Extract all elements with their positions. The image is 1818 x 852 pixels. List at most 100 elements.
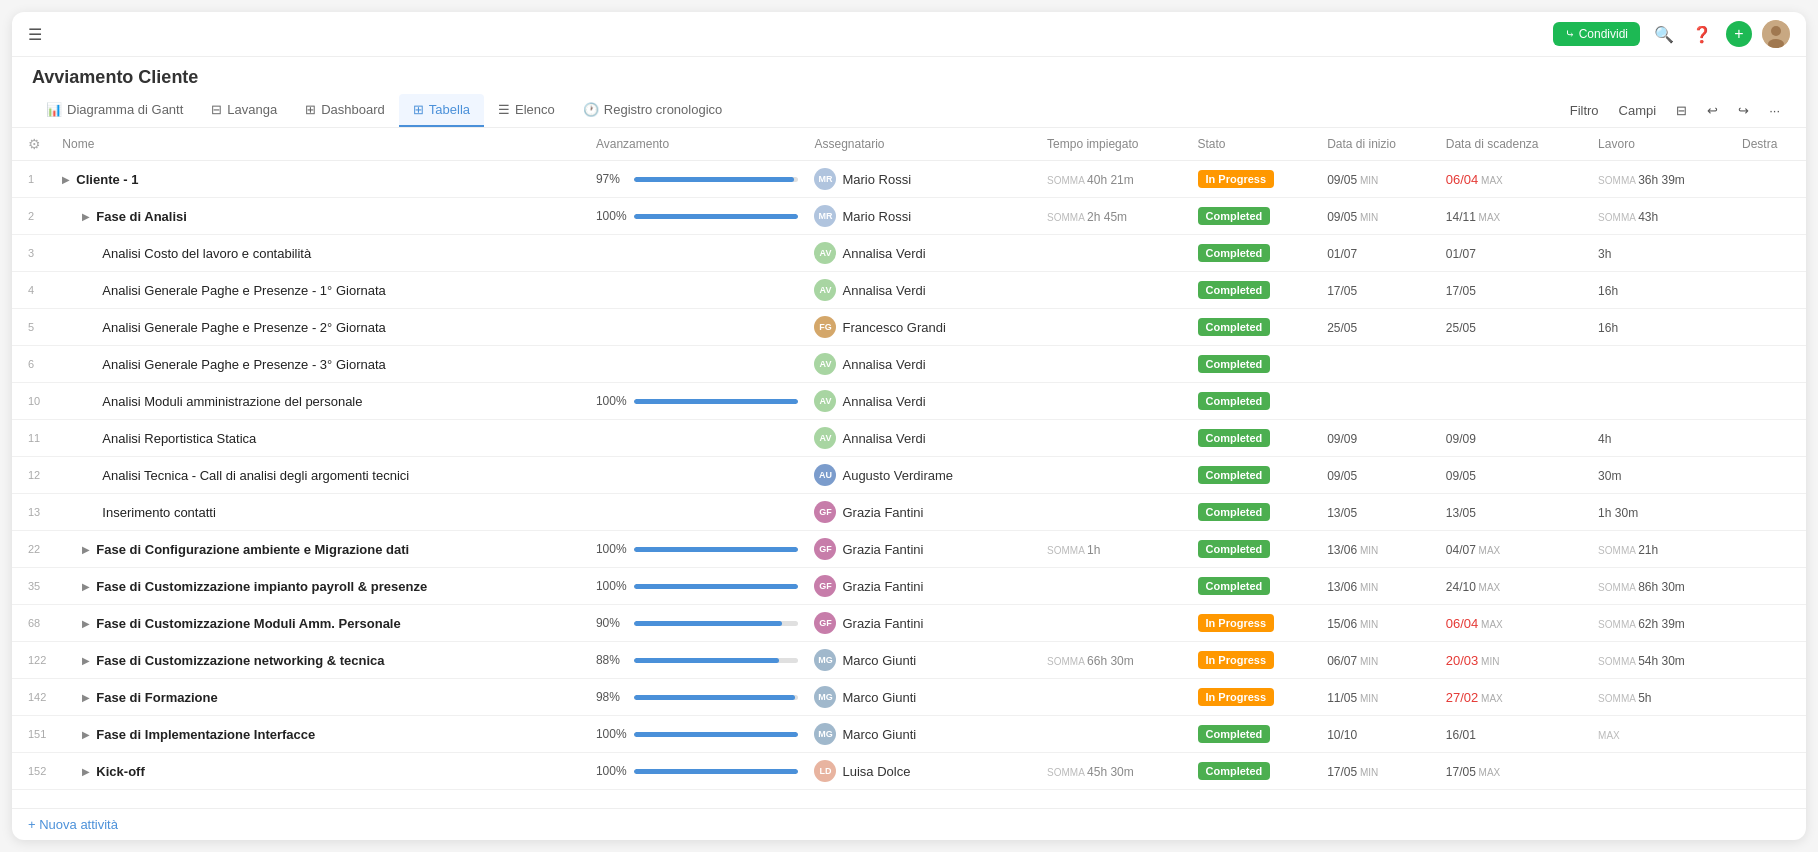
assignee-name: Mario Rossi [842, 209, 911, 224]
table-row: 142▶Fase di Formazione98%MGMarco GiuntiI… [12, 679, 1806, 716]
layout-icon[interactable]: ⊟ [1670, 99, 1693, 122]
assignee-name: Grazia Fantini [842, 616, 923, 631]
end-date-cell: 06/04 MAX [1438, 605, 1590, 642]
status-cell[interactable]: In Progress [1190, 642, 1320, 679]
progress-cell [588, 457, 807, 494]
search-button[interactable]: 🔍 [1650, 21, 1678, 48]
destra-cell [1734, 494, 1806, 531]
row-name-label: Analisi Generale Paghe e Presenze - 2° G… [102, 320, 385, 335]
status-cell[interactable]: Completed [1190, 235, 1320, 272]
status-cell[interactable]: Completed [1190, 383, 1320, 420]
assignee-avatar: MG [814, 686, 836, 708]
tab-dashboard[interactable]: ⊞ Dashboard [291, 94, 399, 127]
add-button[interactable]: + [1726, 21, 1752, 47]
start-date-cell: 13/05 [1319, 494, 1438, 531]
destra-cell [1734, 383, 1806, 420]
start-date-cell: 10/10 [1319, 716, 1438, 753]
table-row: 10Analisi Moduli amministrazione del per… [12, 383, 1806, 420]
assignee-cell: AV Annalisa Verdi [806, 346, 1039, 383]
campi-button[interactable]: Campi [1613, 99, 1663, 122]
expand-arrow-icon[interactable]: ▶ [82, 655, 90, 666]
row-number: 68 [12, 605, 54, 642]
destra-cell [1734, 642, 1806, 679]
status-cell[interactable]: In Progress [1190, 161, 1320, 198]
progress-cell [588, 309, 807, 346]
add-task-button[interactable]: + Nuova attività [28, 817, 118, 832]
status-cell[interactable]: In Progress [1190, 679, 1320, 716]
time-cell [1039, 383, 1189, 420]
status-cell[interactable]: Completed [1190, 346, 1320, 383]
expand-arrow-icon[interactable]: ▶ [82, 766, 90, 777]
expand-arrow-icon[interactable]: ▶ [82, 581, 90, 592]
assignee-avatar: AV [814, 427, 836, 449]
end-date-cell: 06/04 MAX [1438, 161, 1590, 198]
status-cell[interactable]: Completed [1190, 272, 1320, 309]
end-date-cell: 14/11 MAX [1438, 198, 1590, 235]
destra-cell [1734, 568, 1806, 605]
undo-button[interactable]: ↩ [1701, 99, 1724, 122]
assignee-name: Grazia Fantini [842, 579, 923, 594]
status-cell[interactable]: Completed [1190, 568, 1320, 605]
tab-lavanga[interactable]: ⊟ Lavanga [197, 94, 291, 127]
work-cell: SOMMA 21h [1590, 531, 1734, 568]
status-cell[interactable]: Completed [1190, 494, 1320, 531]
col-nome: Nome [54, 128, 588, 161]
assignee-cell: GFGrazia Fantini [806, 605, 1039, 642]
status-cell[interactable]: Completed [1190, 420, 1320, 457]
assignee-avatar: AV [814, 353, 836, 375]
expand-arrow-icon[interactable]: ▶ [82, 211, 90, 222]
end-date-cell: 25/05 [1438, 309, 1590, 346]
tab-elenco[interactable]: ☰ Elenco [484, 94, 569, 127]
user-avatar[interactable] [1762, 20, 1790, 48]
row-name-label: Fase di Customizzazione networking & tec… [96, 653, 384, 668]
status-cell[interactable]: Completed [1190, 753, 1320, 790]
tab-gantt[interactable]: 📊 Diagramma di Gantt [32, 94, 197, 127]
status-badge: Completed [1198, 725, 1271, 743]
status-badge: Completed [1198, 540, 1271, 558]
registro-icon: 🕐 [583, 102, 599, 117]
help-button[interactable]: ❓ [1688, 21, 1716, 48]
name-cell: ▶ Fase di Analisi [54, 198, 588, 235]
progress-cell: 88% [588, 642, 807, 679]
status-badge: Completed [1198, 429, 1271, 447]
status-badge: Completed [1198, 762, 1271, 780]
name-cell: ▶Fase di Customizzazione Moduli Amm. Per… [54, 605, 588, 642]
assignee-cell: MRMario Rossi [806, 198, 1039, 235]
table-row: 4Analisi Generale Paghe e Presenze - 1° … [12, 272, 1806, 309]
page-title: Avviamento Cliente [12, 57, 1806, 94]
settings-gear-icon[interactable]: ⚙ [28, 136, 41, 152]
name-cell: Analisi Generale Paghe e Presenze - 1° G… [54, 272, 588, 309]
tab-tabella[interactable]: ⊞ Tabella [399, 94, 484, 127]
end-date-cell: 20/03 MIN [1438, 642, 1590, 679]
status-cell[interactable]: Completed [1190, 716, 1320, 753]
expand-arrow-icon[interactable]: ▶ [82, 692, 90, 703]
status-cell[interactable]: Completed [1190, 309, 1320, 346]
time-cell [1039, 494, 1189, 531]
work-cell: SOMMA 43h [1590, 198, 1734, 235]
progress-cell: 100% [588, 753, 807, 790]
more-button[interactable]: ··· [1763, 99, 1786, 122]
share-button[interactable]: ⤷ Condividi [1553, 22, 1640, 46]
assignee-cell: MGMarco Giunti [806, 642, 1039, 679]
expand-arrow-icon[interactable]: ▶ [82, 729, 90, 740]
expand-arrow-icon[interactable]: ▶ [82, 544, 90, 555]
status-cell[interactable]: In Progress [1190, 605, 1320, 642]
col-tempo: Tempo impiegato [1039, 128, 1189, 161]
row-number: 22 [12, 531, 54, 568]
assignee-name: Annalisa Verdi [842, 357, 925, 372]
progress-cell [588, 346, 807, 383]
col-end: Data di scadenza [1438, 128, 1590, 161]
row-name-label: Fase di Analisi [96, 209, 187, 224]
hamburger-menu[interactable]: ☰ [28, 25, 42, 44]
filtro-button[interactable]: Filtro [1564, 99, 1605, 122]
start-date-cell [1319, 383, 1438, 420]
expand-arrow-icon[interactable]: ▶ [82, 618, 90, 629]
assignee-name: Annalisa Verdi [842, 431, 925, 446]
status-cell[interactable]: Completed [1190, 531, 1320, 568]
redo-button[interactable]: ↪ [1732, 99, 1755, 122]
status-cell[interactable]: Completed [1190, 198, 1320, 235]
status-cell[interactable]: Completed [1190, 457, 1320, 494]
tab-registro[interactable]: 🕐 Registro cronologico [569, 94, 737, 127]
table-row: 11Analisi Reportistica StaticaAVAnnalisa… [12, 420, 1806, 457]
expand-arrow-icon[interactable]: ▶ [62, 174, 70, 185]
